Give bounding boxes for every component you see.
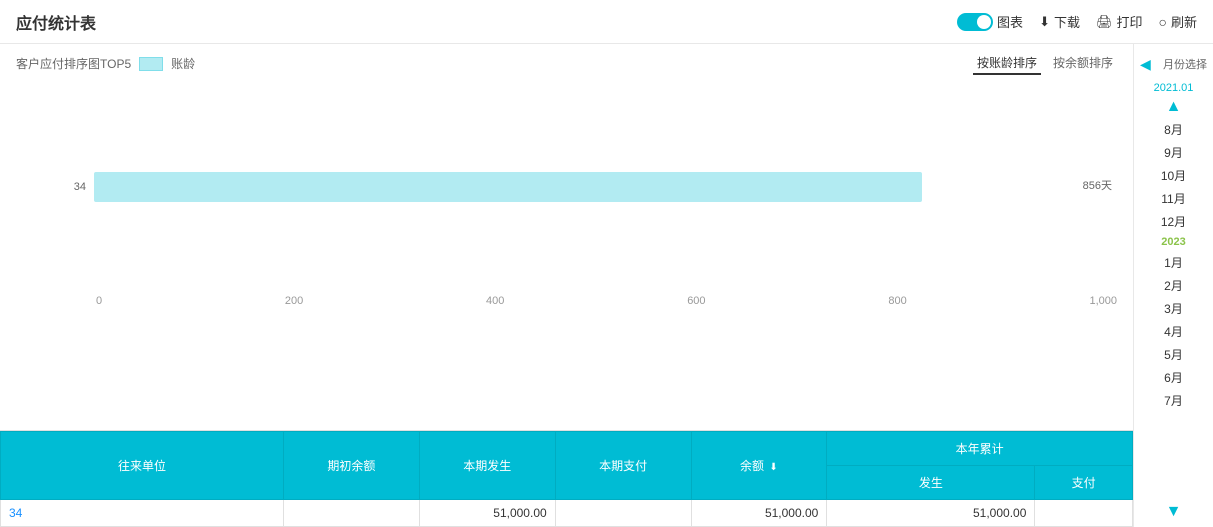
month-item-5[interactable]: 5月	[1134, 343, 1213, 366]
th-balance: 余额 ⬇	[691, 432, 827, 500]
sidebar-up-button[interactable]: ▲	[1134, 96, 1213, 118]
td-unit[interactable]: 34	[1, 500, 284, 527]
legend-box-label: 账龄	[171, 55, 195, 72]
month-item-3[interactable]: 3月	[1134, 297, 1213, 320]
td-balance: 51,000.00	[691, 500, 827, 527]
table-section: 往来单位 期初余额 本期发生 本期支付 余额 ⬇ 本年累计 发生	[0, 430, 1133, 527]
x-label-0: 0	[96, 295, 102, 307]
month-item-4[interactable]: 4月	[1134, 320, 1213, 343]
table-header-row: 往来单位 期初余额 本期发生 本期支付 余额 ⬇ 本年累计	[1, 432, 1133, 466]
month-item-12[interactable]: 12月	[1134, 210, 1213, 233]
month-item-1[interactable]: 1月	[1134, 251, 1213, 274]
sidebar-current-date: 2021.01	[1134, 80, 1213, 96]
data-table: 往来单位 期初余额 本期发生 本期支付 余额 ⬇ 本年累计 发生	[0, 431, 1133, 527]
header: 应付统计表 图表 ⬇ 下载 🖨 打印 ○ 刷新	[0, 0, 1213, 44]
bar-fill	[94, 172, 922, 202]
bar-row: 34 856天	[56, 167, 1117, 207]
chevron-down-icon: ▼	[1166, 503, 1182, 521]
td-ytd-occurrence: 51,000.00	[827, 500, 1035, 527]
th-unit: 往来单位	[1, 432, 284, 500]
legend-title: 客户应付排序图TOP5	[16, 55, 131, 72]
table-row: 34 51,000.00 51,000.00 51,000.00	[1, 500, 1133, 527]
th-ytd-payment: 支付	[1035, 466, 1133, 500]
th-current-payment: 本期支付	[555, 432, 691, 500]
month-item-7[interactable]: 7月	[1134, 389, 1213, 412]
legend-box	[139, 57, 163, 71]
refresh-button[interactable]: ○ 刷新	[1159, 12, 1197, 31]
chart-label: 图表	[997, 12, 1023, 31]
chart-sort-buttons: 按账龄排序 按余额排序	[973, 52, 1117, 75]
td-opening-balance	[284, 500, 420, 527]
chart-toggle[interactable]	[957, 13, 993, 31]
month-item-2[interactable]: 2月	[1134, 274, 1213, 297]
page-container: 应付统计表 图表 ⬇ 下载 🖨 打印 ○ 刷新	[0, 0, 1213, 527]
header-actions: 图表 ⬇ 下载 🖨 打印 ○ 刷新	[957, 12, 1197, 31]
chart-toggle-item[interactable]: 图表	[957, 12, 1023, 31]
th-ytd-group: 本年累计	[827, 432, 1133, 466]
month-item-10[interactable]: 10月	[1134, 164, 1213, 187]
month-item-8[interactable]: 8月	[1134, 118, 1213, 141]
chart-header: 客户应付排序图TOP5 账龄 按账龄排序 按余额排序	[0, 44, 1133, 79]
x-label-400: 400	[486, 295, 504, 307]
sidebar-down-button[interactable]: ▼	[1134, 501, 1213, 523]
month-item-9[interactable]: 9月	[1134, 141, 1213, 164]
chevron-up-icon: ▲	[1166, 98, 1182, 116]
bar-end-label: 856天	[1083, 177, 1112, 193]
x-label-1000: 1,000	[1089, 295, 1117, 307]
th-ytd-occurrence: 发生	[827, 466, 1035, 500]
th-opening-balance: 期初余额	[284, 432, 420, 500]
chart-bars: 34 856天	[56, 87, 1117, 287]
sidebar-collapse-icon[interactable]: ◀	[1140, 56, 1151, 73]
download-button[interactable]: ⬇ 下载	[1039, 12, 1080, 31]
sidebar: ◀ 月份选择 2021.01 ▲ 8月 9月 10月 11月 12月 2023 …	[1133, 44, 1213, 527]
print-button[interactable]: 🖨 打印	[1096, 12, 1143, 31]
refresh-label: 刷新	[1171, 12, 1197, 31]
x-axis: 0 200 400 600 800 1,000	[56, 295, 1117, 307]
sidebar-months: 8月 9月 10月 11月 12月 2023 1月 2月 3月 4月 5月 6月…	[1134, 118, 1213, 501]
page-title: 应付统计表	[16, 10, 96, 34]
download-label: 下载	[1054, 12, 1080, 31]
chart-section: 客户应付排序图TOP5 账龄 按账龄排序 按余额排序 34	[0, 44, 1133, 527]
download-icon: ⬇	[1039, 14, 1050, 30]
sort-by-amount-btn[interactable]: 按余额排序	[1049, 52, 1117, 75]
bar-label: 34	[56, 181, 86, 193]
chart-legend: 客户应付排序图TOP5 账龄	[16, 55, 195, 72]
x-label-200: 200	[285, 295, 303, 307]
chart-area: 34 856天 0 200 400 600 800	[0, 79, 1133, 430]
td-current-payment	[555, 500, 691, 527]
x-label-800: 800	[888, 295, 906, 307]
th-current-occurrence: 本期发生	[419, 432, 555, 500]
month-item-11[interactable]: 11月	[1134, 187, 1213, 210]
table-body: 34 51,000.00 51,000.00 51,000.00	[1, 500, 1133, 527]
x-label-600: 600	[687, 295, 705, 307]
bar-chart: 34 856天 0 200 400 600 800	[16, 87, 1117, 327]
print-icon: 🖨	[1096, 14, 1113, 30]
sort-by-balance-btn[interactable]: 按账龄排序	[973, 52, 1041, 75]
main-content: 客户应付排序图TOP5 账龄 按账龄排序 按余额排序 34	[0, 44, 1213, 527]
refresh-icon: ○	[1159, 14, 1167, 30]
td-current-occurrence: 51,000.00	[419, 500, 555, 527]
sidebar-header: 月份选择	[1163, 52, 1207, 76]
year-marker-2023: 2023	[1134, 233, 1213, 251]
print-label: 打印	[1117, 12, 1143, 31]
month-item-6[interactable]: 6月	[1134, 366, 1213, 389]
td-ytd-payment	[1035, 500, 1133, 527]
